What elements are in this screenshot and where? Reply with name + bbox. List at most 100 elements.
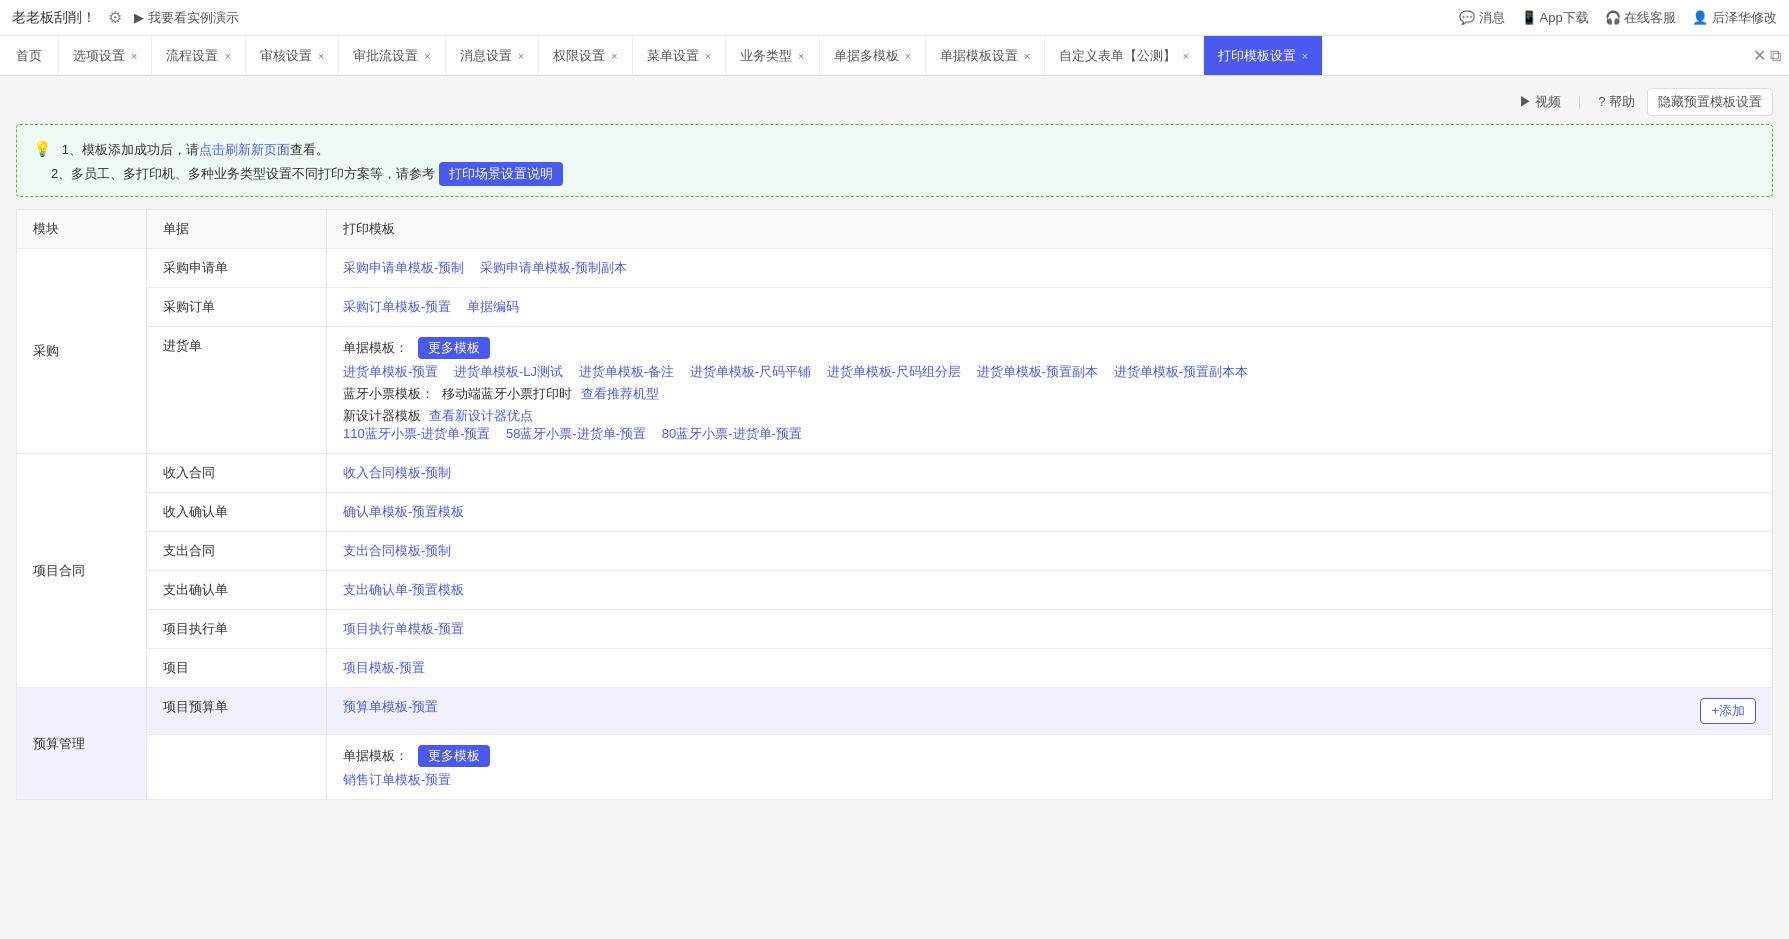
template-link[interactable]: 项目模板-预置 [343, 660, 425, 675]
tab-menu-settings[interactable]: 菜单设置 × [633, 36, 726, 76]
template-link[interactable]: 支出确认单-预置模板 [343, 582, 464, 597]
tab-home[interactable]: 首页 [0, 36, 59, 76]
demo-label: 我要看实例演示 [148, 9, 239, 27]
template-link[interactable]: 支出合同模板-预制 [343, 543, 451, 558]
restore-window-icon[interactable]: ⧉ [1770, 47, 1781, 65]
order-cell: 采购申请单 [147, 249, 327, 288]
template-link[interactable]: 采购申请单模板-预制 [343, 260, 464, 275]
table-row: 项目合同 收入合同 收入合同模板-预制 [17, 454, 1773, 493]
template-links-row: 销售订单模板-预置 [343, 771, 1756, 789]
divider: ｜ [1573, 93, 1586, 111]
tab-permission-settings[interactable]: 权限设置 × [539, 36, 632, 76]
tab-approval-flow-settings[interactable]: 审批流设置 × [339, 36, 445, 76]
designer-label: 新设计器模板 [343, 408, 421, 423]
print-table: 模块 单据 打印模板 采购 采购申请单 采购申请单模板-预制 采购申请单模板-预… [16, 209, 1773, 800]
template-cell: 采购申请单模板-预制 采购申请单模板-预制副本 [327, 249, 1773, 288]
template-link[interactable]: 58蓝牙小票-进货单-预置 [506, 426, 646, 441]
template-cell: 采购订单模板-预置 单据编码 [327, 288, 1773, 327]
template-link[interactable]: 110蓝牙小票-进货单-预置 [343, 426, 490, 441]
demo-button[interactable]: ▶ 我要看实例演示 [134, 9, 239, 27]
tab-message-settings[interactable]: 消息设置 × [446, 36, 539, 76]
tab-template-settings[interactable]: 单据模板设置 × [926, 36, 1045, 76]
module-cell-project-contract: 项目合同 [17, 454, 147, 688]
designer-templates: 110蓝牙小票-进货单-预置 58蓝牙小票-进货单-预置 80蓝牙小票-进货单-… [343, 425, 1756, 443]
close-window-icon[interactable]: ✕ [1753, 46, 1766, 65]
template-link[interactable]: 进货单模板-尺码平铺 [690, 364, 811, 379]
order-cell: 收入确认单 [147, 493, 327, 532]
tab-custom-form[interactable]: 自定义表单【公测】 × [1045, 36, 1203, 76]
template-link[interactable]: 进货单模板-预置副本本 [1114, 364, 1248, 379]
template-cell: 确认单模板-预置模板 [327, 493, 1773, 532]
tab-audit-settings[interactable]: 审核设置 × [246, 36, 339, 76]
module-cell-purchase: 采购 [17, 249, 147, 454]
template-cell: 单据模板： 更多模板 进货单模板-预置 进货单模板-LJ测试 进货单模板-备注 … [327, 327, 1773, 454]
template-link[interactable]: 采购申请单模板-预制副本 [480, 260, 627, 275]
tab-option-settings[interactable]: 选项设置 × [59, 36, 152, 76]
tab-print-template-settings[interactable]: 打印模板设置 × [1204, 36, 1323, 76]
top-bar-right: 💬 消息 📱 App下载 🎧 在线客服 👤 后泽华修改 [1459, 9, 1777, 27]
tab-business-type[interactable]: 业务类型 × [726, 36, 819, 76]
hide-preview-button[interactable]: 隐藏预置模板设置 [1647, 88, 1773, 116]
designer-section: 新设计器模板 查看新设计器优点 [343, 407, 1756, 425]
template-link[interactable]: 收入合同模板-预制 [343, 465, 451, 480]
add-button[interactable]: +添加 [1700, 698, 1756, 724]
template-link[interactable]: 销售订单模板-预置 [343, 772, 451, 787]
video-link[interactable]: ▶ 视频 [1519, 93, 1562, 111]
order-cell: 收入合同 [147, 454, 327, 493]
order-cell: 进货单 [147, 327, 327, 454]
app-download-button[interactable]: 📱 App下载 [1521, 9, 1589, 27]
order-cell: 采购订单 [147, 288, 327, 327]
template-link[interactable]: 80蓝牙小票-进货单-预置 [662, 426, 802, 441]
order-cell: 项目预算单 [147, 688, 327, 735]
single-record-label: 单据模板： [343, 748, 408, 763]
app-title: 老老板刮削！ [12, 9, 96, 27]
gear-icon[interactable]: ⚙ [108, 8, 122, 27]
template-link[interactable]: 预算单模板-预置 [343, 699, 438, 714]
tab-close-icon[interactable]: × [1302, 50, 1308, 62]
tab-close-icon[interactable]: × [905, 50, 911, 62]
more-templates-button[interactable]: 更多模板 [418, 337, 490, 359]
info-box: 💡 1、模板添加成功后，请点击刷新新页面查看。 2、多员工、多打印机、多种业务类… [16, 124, 1773, 197]
tab-bar-end: ✕ ⧉ [1745, 46, 1789, 65]
table-row: 单据模板： 更多模板 销售订单模板-预置 [17, 735, 1773, 800]
refresh-link[interactable]: 点击刷新新页面 [199, 142, 290, 157]
tab-close-icon[interactable]: × [518, 50, 524, 62]
more-templates-button[interactable]: 更多模板 [418, 745, 490, 767]
online-service-button[interactable]: 🎧 在线客服 [1605, 9, 1677, 27]
print-scene-button[interactable]: 打印场景设置说明 [439, 162, 563, 186]
single-record-label: 单据模板： [343, 340, 408, 355]
template-link[interactable]: 项目执行单模板-预置 [343, 621, 464, 636]
template-cell: 预算单模板-预置 +添加 [327, 688, 1773, 735]
template-link[interactable]: 进货单模板-预置副本 [977, 364, 1098, 379]
single-record-row: 单据模板： 更多模板 [343, 337, 1756, 359]
table-row: 进货单 单据模板： 更多模板 进货单模板-预置 进货单模板-LJ测试 进货单模板… [17, 327, 1773, 454]
template-link[interactable]: 确认单模板-预置模板 [343, 504, 464, 519]
tab-multi-template[interactable]: 单据多模板 × [820, 36, 926, 76]
template-link[interactable]: 进货单模板-备注 [579, 364, 674, 379]
tab-close-icon[interactable]: × [1182, 50, 1188, 62]
template-link[interactable]: 采购订单模板-预置 [343, 299, 451, 314]
tab-close-icon[interactable]: × [224, 50, 230, 62]
user-button[interactable]: 👤 后泽华修改 [1692, 9, 1777, 27]
tab-close-icon[interactable]: × [705, 50, 711, 62]
order-cell: 项目执行单 [147, 610, 327, 649]
header-module: 模块 [17, 210, 147, 249]
bluetooth-section: 蓝牙小票模板： 移动端蓝牙小票打印时 查看推荐机型 [343, 385, 1756, 403]
order-cell: 支出确认单 [147, 571, 327, 610]
tab-close-icon[interactable]: × [611, 50, 617, 62]
template-link[interactable]: 进货单模板-预置 [343, 364, 438, 379]
template-link[interactable]: 单据编码 [467, 299, 519, 314]
bt-recommend-link[interactable]: 查看推荐机型 [581, 386, 659, 401]
tab-process-settings[interactable]: 流程设置 × [152, 36, 245, 76]
designer-link[interactable]: 查看新设计器优点 [429, 408, 533, 423]
template-cell: 支出确认单-预置模板 [327, 571, 1773, 610]
template-link[interactable]: 进货单模板-尺码组分层 [827, 364, 961, 379]
template-link[interactable]: 进货单模板-LJ测试 [454, 364, 563, 379]
message-button[interactable]: 💬 消息 [1459, 9, 1505, 27]
tab-close-icon[interactable]: × [424, 50, 430, 62]
tab-close-icon[interactable]: × [318, 50, 324, 62]
tab-close-icon[interactable]: × [1024, 50, 1030, 62]
help-link[interactable]: ? 帮助 [1598, 93, 1635, 111]
tab-close-icon[interactable]: × [798, 50, 804, 62]
tab-close-icon[interactable]: × [131, 50, 137, 62]
